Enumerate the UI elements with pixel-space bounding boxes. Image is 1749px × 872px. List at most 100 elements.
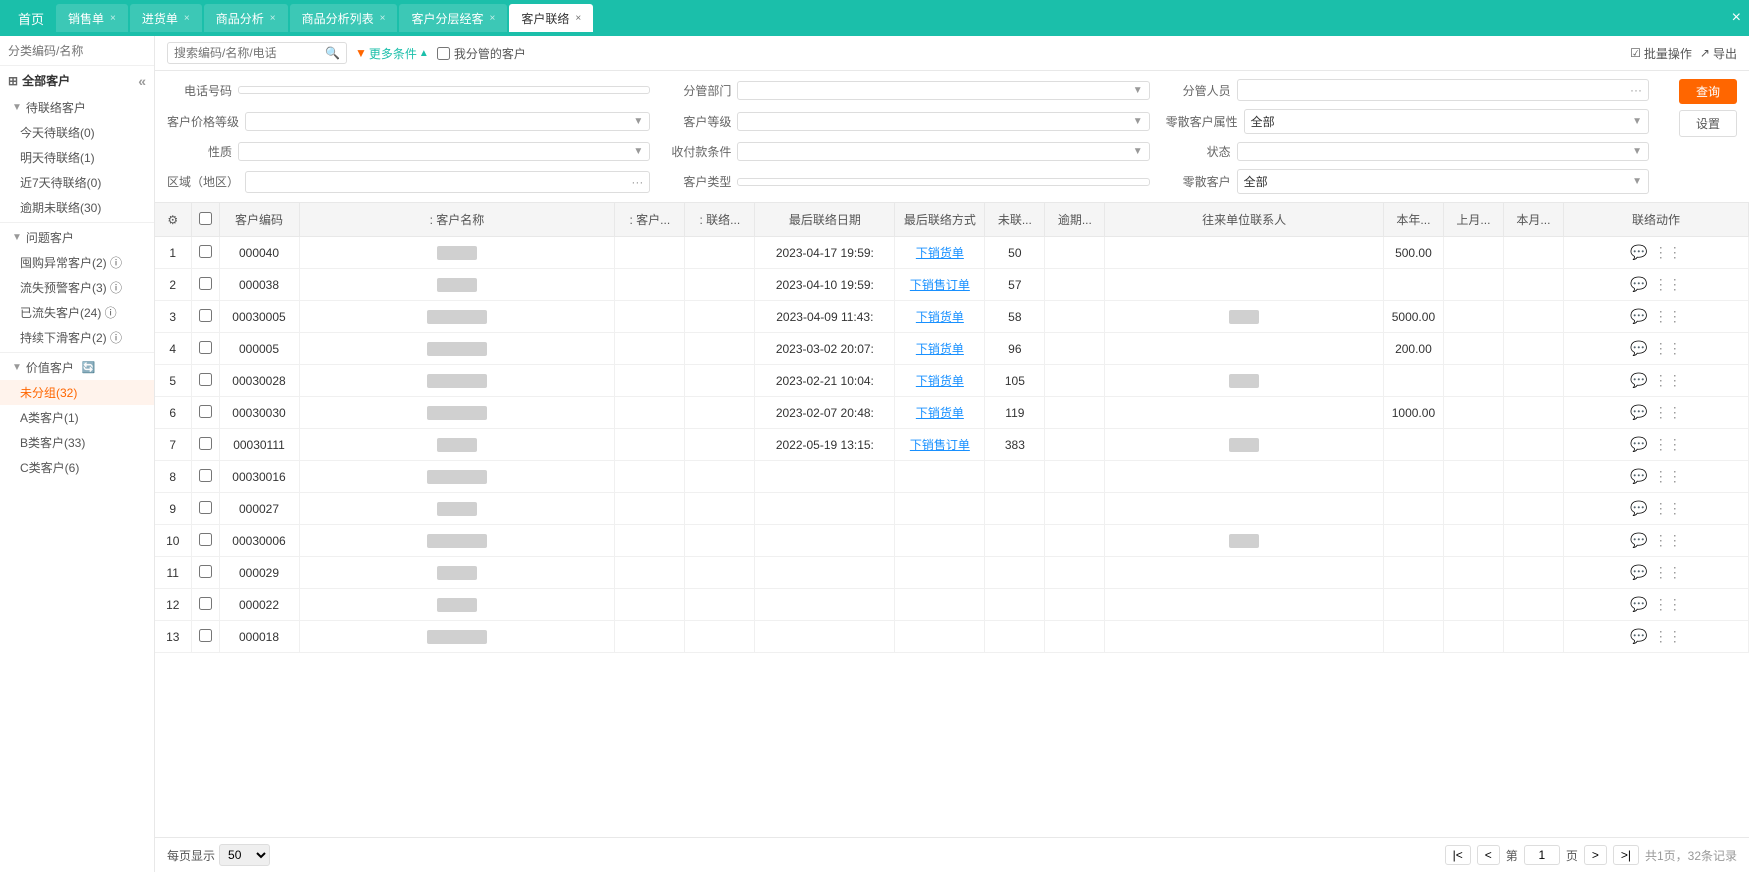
grid-action-icon[interactable]: ⋮⋮ bbox=[1654, 564, 1682, 581]
nav-tab-purchase[interactable]: 进货单 × bbox=[130, 4, 202, 32]
sidebar-item-7days[interactable]: 近7天待联络(0) bbox=[0, 170, 154, 195]
grid-action-icon[interactable]: ⋮⋮ bbox=[1654, 532, 1682, 549]
person-input[interactable]: ··· bbox=[1237, 79, 1649, 101]
prev-page-btn[interactable]: < bbox=[1477, 845, 1500, 865]
sidebar-item-churned[interactable]: 已流失客户(24) ⓘ bbox=[0, 300, 154, 325]
message-icon[interactable]: 💬 bbox=[1630, 340, 1647, 357]
export-btn[interactable]: ↗ 导出 bbox=[1700, 45, 1737, 62]
sidebar-item-churn-warn[interactable]: 流失预警客户(3) ⓘ bbox=[0, 275, 154, 300]
my-customers-check[interactable] bbox=[437, 47, 450, 60]
zero-attr-input[interactable]: 全部 ▼ bbox=[1244, 109, 1649, 134]
row-checkbox[interactable] bbox=[191, 269, 219, 301]
home-tab[interactable]: 首页 bbox=[8, 9, 54, 28]
dept-input[interactable]: ▼ bbox=[737, 81, 1149, 100]
sidebar-item-overdue[interactable]: 逾期未联络(30) bbox=[0, 195, 154, 220]
my-customers-checkbox[interactable]: 我分管的客户 bbox=[437, 45, 526, 62]
message-icon[interactable]: 💬 bbox=[1630, 468, 1647, 485]
row-checkbox[interactable] bbox=[191, 301, 219, 333]
message-icon[interactable]: 💬 bbox=[1630, 276, 1647, 293]
nav-tab-analysis-list[interactable]: 商品分析列表 × bbox=[290, 4, 398, 32]
sidebar-item-a-class[interactable]: A类客户(1) bbox=[0, 405, 154, 430]
close-icon[interactable]: × bbox=[575, 13, 581, 24]
last-way-link[interactable]: 下销货单 bbox=[916, 406, 964, 420]
close-icon[interactable]: × bbox=[110, 13, 116, 24]
row-checkbox[interactable] bbox=[191, 493, 219, 525]
payment-input[interactable]: ▼ bbox=[737, 142, 1149, 161]
customer-level-input[interactable]: ▼ bbox=[737, 112, 1149, 131]
row-checkbox[interactable] bbox=[191, 397, 219, 429]
grid-action-icon[interactable]: ⋮⋮ bbox=[1654, 276, 1682, 293]
grid-action-icon[interactable]: ⋮⋮ bbox=[1654, 596, 1682, 613]
message-icon[interactable]: 💬 bbox=[1630, 404, 1647, 421]
select-all-checkbox[interactable] bbox=[199, 212, 212, 225]
close-icon[interactable]: × bbox=[489, 13, 495, 24]
th-settings[interactable]: ⚙ bbox=[155, 203, 191, 237]
collapse-icon[interactable]: « bbox=[138, 73, 146, 89]
last-way-link[interactable]: 下销货单 bbox=[916, 246, 964, 260]
row-checkbox[interactable] bbox=[191, 429, 219, 461]
batch-ops-btn[interactable]: ☑ 批量操作 bbox=[1630, 45, 1692, 62]
close-icon[interactable]: × bbox=[270, 13, 276, 24]
page-size-select[interactable]: 50 100 200 bbox=[219, 844, 270, 866]
sidebar-item-abnormal[interactable]: 囤购异常客户(2) ⓘ bbox=[0, 250, 154, 275]
sidebar-group-pending[interactable]: ▼ 待联络客户 bbox=[0, 95, 154, 120]
phone-input[interactable] bbox=[238, 86, 650, 94]
price-level-input[interactable]: ▼ bbox=[245, 112, 650, 131]
gender-input[interactable]: ▼ bbox=[238, 142, 650, 161]
close-window-icon[interactable]: × bbox=[1732, 9, 1741, 27]
reset-button[interactable]: 设置 bbox=[1679, 110, 1737, 137]
sidebar-item-ungrouped[interactable]: 未分组(32) bbox=[0, 380, 154, 405]
message-icon[interactable]: 💬 bbox=[1630, 628, 1647, 645]
row-checkbox[interactable] bbox=[191, 237, 219, 269]
row-checkbox[interactable] bbox=[191, 461, 219, 493]
message-icon[interactable]: 💬 bbox=[1630, 372, 1647, 389]
sidebar-item-b-class[interactable]: B类客户(33) bbox=[0, 430, 154, 455]
nav-tab-customer-tier[interactable]: 客户分层经客 × bbox=[399, 4, 507, 32]
message-icon[interactable]: 💬 bbox=[1630, 596, 1647, 613]
close-icon[interactable]: × bbox=[184, 13, 190, 24]
all-customers-header[interactable]: ⊞ 全部客户 « bbox=[0, 66, 154, 95]
message-icon[interactable]: 💬 bbox=[1630, 436, 1647, 453]
nav-tab-customer-contact[interactable]: 客户联络 × bbox=[509, 4, 593, 32]
message-icon[interactable]: 💬 bbox=[1630, 532, 1647, 549]
sidebar-item-tomorrow[interactable]: 明天待联络(1) bbox=[0, 145, 154, 170]
grid-action-icon[interactable]: ⋮⋮ bbox=[1654, 372, 1682, 389]
sidebar-search-input[interactable] bbox=[8, 44, 155, 58]
message-icon[interactable]: 💬 bbox=[1630, 308, 1647, 325]
first-page-btn[interactable]: |< bbox=[1445, 845, 1471, 865]
sidebar-item-c-class[interactable]: C类客户(6) bbox=[0, 455, 154, 480]
close-icon[interactable]: × bbox=[380, 13, 386, 24]
last-way-link[interactable]: 下销售订单 bbox=[910, 438, 970, 452]
page-number-input[interactable] bbox=[1524, 845, 1560, 865]
last-way-link[interactable]: 下销货单 bbox=[916, 310, 964, 324]
main-search-box[interactable]: 🔍 bbox=[167, 42, 347, 64]
region-input[interactable]: ··· bbox=[245, 171, 650, 193]
nav-tab-analysis[interactable]: 商品分析 × bbox=[204, 4, 288, 32]
sidebar-item-declining[interactable]: 持续下滑客户(2) ⓘ bbox=[0, 325, 154, 350]
sidebar-item-today[interactable]: 今天待联络(0) bbox=[0, 120, 154, 145]
status-input[interactable]: ▼ bbox=[1237, 142, 1649, 161]
row-checkbox[interactable] bbox=[191, 333, 219, 365]
grid-action-icon[interactable]: ⋮⋮ bbox=[1654, 628, 1682, 645]
grid-action-icon[interactable]: ⋮⋮ bbox=[1654, 244, 1682, 261]
grid-action-icon[interactable]: ⋮⋮ bbox=[1654, 500, 1682, 517]
grid-action-icon[interactable]: ⋮⋮ bbox=[1654, 308, 1682, 325]
zero-customer-input[interactable]: 全部 ▼ bbox=[1237, 169, 1649, 194]
next-page-btn[interactable]: > bbox=[1584, 845, 1607, 865]
main-search-input[interactable] bbox=[174, 46, 321, 60]
row-checkbox[interactable] bbox=[191, 621, 219, 653]
grid-action-icon[interactable]: ⋮⋮ bbox=[1654, 404, 1682, 421]
last-page-btn[interactable]: >| bbox=[1613, 845, 1639, 865]
sidebar-group-problem[interactable]: ▼ 问题客户 bbox=[0, 225, 154, 250]
more-conditions-btn[interactable]: ▼ 更多条件 ▲ bbox=[355, 45, 429, 62]
row-checkbox[interactable] bbox=[191, 589, 219, 621]
nav-tab-sales[interactable]: 销售单 × bbox=[56, 4, 128, 32]
message-icon[interactable]: 💬 bbox=[1630, 564, 1647, 581]
sidebar-group-value[interactable]: ▼ 价值客户 🔄 bbox=[0, 355, 154, 380]
message-icon[interactable]: 💬 bbox=[1630, 244, 1647, 261]
customer-type-input[interactable] bbox=[737, 178, 1149, 186]
last-way-link[interactable]: 下销货单 bbox=[916, 342, 964, 356]
message-icon[interactable]: 💬 bbox=[1630, 500, 1647, 517]
last-way-link[interactable]: 下销售订单 bbox=[910, 278, 970, 292]
last-way-link[interactable]: 下销货单 bbox=[916, 374, 964, 388]
